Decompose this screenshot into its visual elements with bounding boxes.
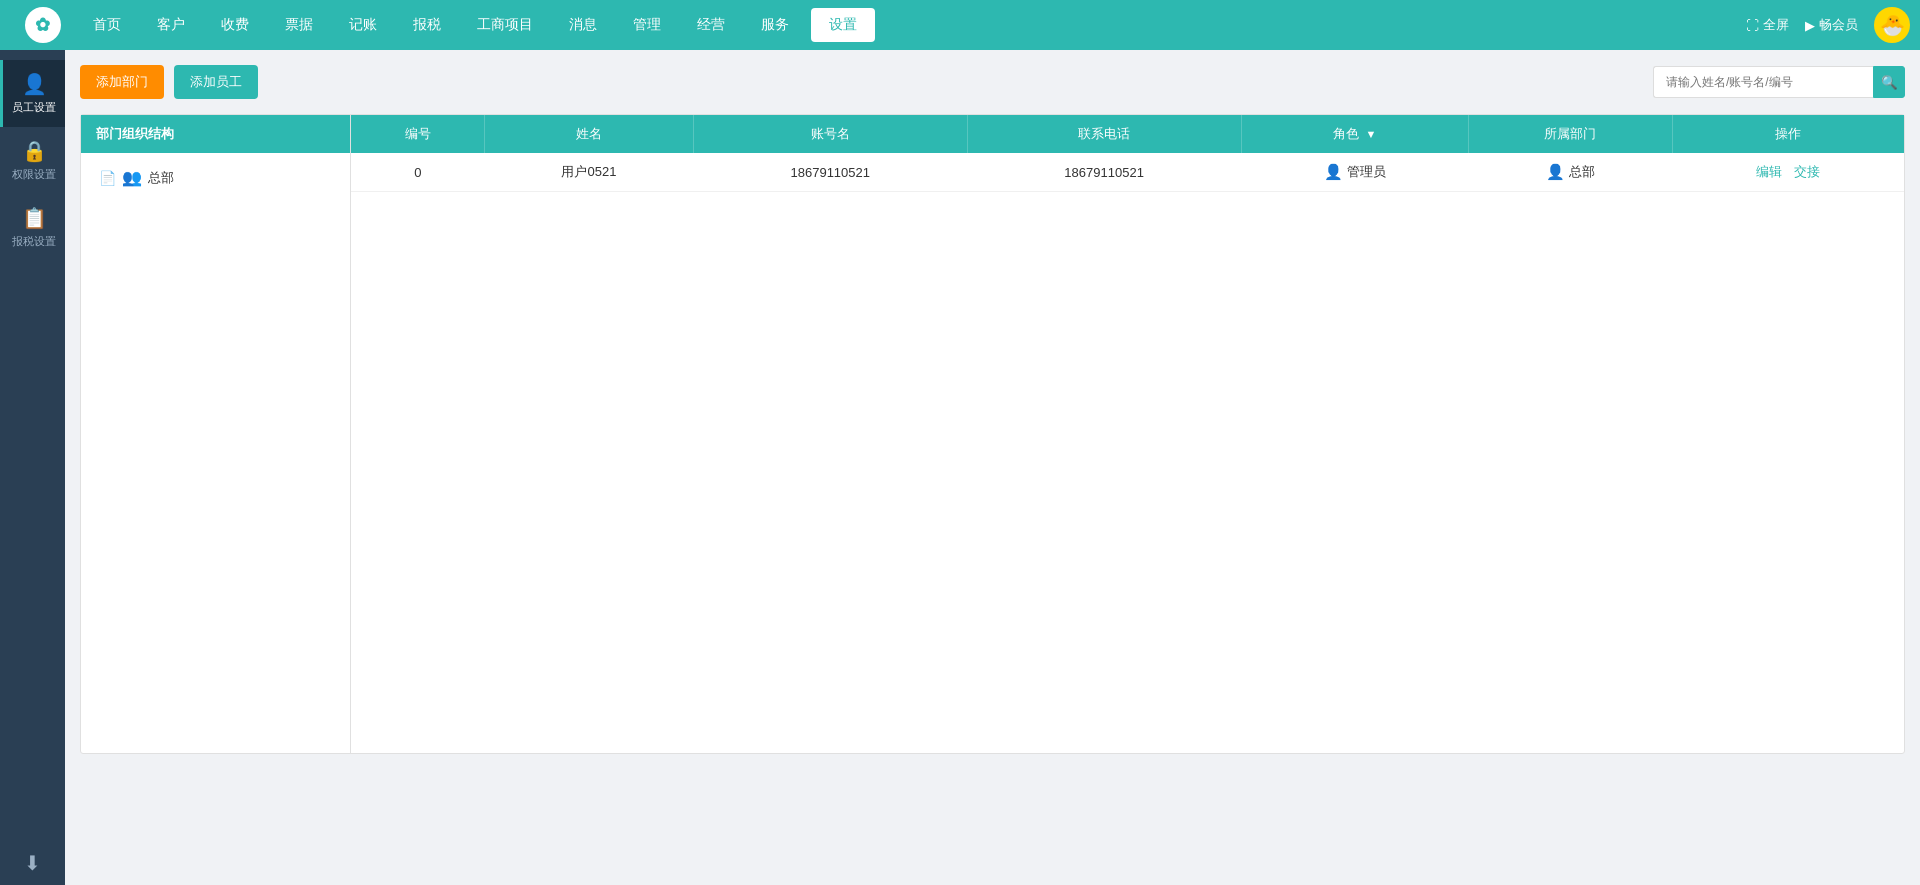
sidebar-item-employee-settings[interactable]: 👤 员工设置 (0, 60, 65, 127)
sidebar-item-label-tax: 报税设置 (12, 234, 56, 249)
role-value: 管理员 (1347, 163, 1386, 181)
employee-table: 编号 姓名 账号名 联系电话 角色 ▼ 所属部门 操作 0 (351, 115, 1904, 753)
fullscreen-button[interactable]: ⛶ 全屏 (1746, 16, 1789, 34)
user-avatar[interactable]: 🐣 (1874, 7, 1910, 43)
dept-cell-content: 👤 总部 (1480, 163, 1660, 181)
nav-accounting[interactable]: 记账 (331, 0, 395, 50)
cell-actions: 编辑 交接 (1672, 153, 1904, 192)
dept-name-headquarters: 总部 (148, 169, 174, 187)
col-header-actions: 操作 (1672, 115, 1904, 153)
dept-user-icon: 👥 (122, 168, 142, 187)
top-navigation: ✿ 首页 客户 收费 票据 记账 报税 工商项目 消息 管理 经营 服务 设置 … (0, 0, 1920, 50)
cell-phone: 18679110521 (967, 153, 1241, 192)
search-button[interactable]: 🔍 (1873, 66, 1905, 98)
cell-name: 用户0521 (485, 153, 694, 192)
app-logo: ✿ (10, 7, 75, 43)
nav-fees[interactable]: 收费 (203, 0, 267, 50)
vip-label: 畅会员 (1819, 16, 1858, 34)
edit-action-link[interactable]: 编辑 (1756, 164, 1782, 179)
table-row: 0 用户0521 18679110521 18679110521 👤 管理员 (351, 153, 1904, 192)
search-icon: 🔍 (1881, 75, 1898, 90)
content-layout: 部门组织结构 📄 👥 总部 编号 姓名 账号名 联系电话 (80, 114, 1905, 754)
col-header-name: 姓名 (485, 115, 694, 153)
department-tree: 部门组织结构 📄 👥 总部 (81, 115, 351, 753)
add-dept-button[interactable]: 添加部门 (80, 65, 164, 99)
toolbar: 添加部门 添加员工 🔍 (80, 65, 1905, 99)
role-filter-icon: ▼ (1366, 128, 1377, 140)
nav-home[interactable]: 首页 (75, 0, 139, 50)
nav-tax[interactable]: 报税 (395, 0, 459, 50)
sidebar-item-label-employee: 员工设置 (12, 100, 56, 115)
employees-table: 编号 姓名 账号名 联系电话 角色 ▼ 所属部门 操作 0 (351, 115, 1904, 192)
employee-settings-icon: 👤 (22, 72, 47, 96)
col-header-role-label: 角色 (1333, 126, 1359, 141)
nav-management[interactable]: 管理 (615, 0, 679, 50)
nav-bizproject[interactable]: 工商项目 (459, 0, 551, 50)
nav-items: 首页 客户 收费 票据 记账 报税 工商项目 消息 管理 经营 服务 设置 (75, 0, 1746, 50)
dept-tree-header: 部门组织结构 (81, 115, 350, 153)
dept-value: 总部 (1569, 163, 1595, 181)
dept-item-headquarters[interactable]: 📄 👥 总部 (91, 163, 340, 192)
nav-right-section: ⛶ 全屏 ▶ 畅会员 🐣 (1746, 7, 1910, 43)
logo-icon: ✿ (25, 7, 61, 43)
table-header-row: 编号 姓名 账号名 联系电话 角色 ▼ 所属部门 操作 (351, 115, 1904, 153)
toolbar-right: 🔍 (1653, 66, 1905, 98)
sidebar-item-tax-settings[interactable]: 📋 报税设置 (0, 194, 65, 261)
nav-messages[interactable]: 消息 (551, 0, 615, 50)
role-cell-content: 👤 管理员 (1253, 163, 1456, 181)
search-input[interactable] (1653, 66, 1873, 98)
nav-settings[interactable]: 设置 (811, 8, 875, 42)
sidebar-item-permission-settings[interactable]: 🔒 权限设置 (0, 127, 65, 194)
add-employee-button[interactable]: 添加员工 (174, 65, 258, 99)
left-sidebar: 👤 员工设置 🔒 权限设置 📋 报税设置 ⬇ (0, 50, 65, 885)
col-header-dept: 所属部门 (1468, 115, 1672, 153)
permission-settings-icon: 🔒 (22, 139, 47, 163)
nav-operations[interactable]: 经营 (679, 0, 743, 50)
fullscreen-icon: ⛶ (1746, 18, 1759, 33)
dept-user-icon: 👤 (1546, 163, 1565, 181)
nav-customer[interactable]: 客户 (139, 0, 203, 50)
cell-dept: 👤 总部 (1468, 153, 1672, 192)
sidebar-bottom-icon[interactable]: ⬇ (24, 851, 41, 875)
col-header-phone: 联系电话 (967, 115, 1241, 153)
col-header-account: 账号名 (693, 115, 967, 153)
main-content: 添加部门 添加员工 🔍 部门组织结构 📄 👥 总部 (65, 50, 1920, 885)
fullscreen-label: 全屏 (1763, 16, 1789, 34)
dept-file-icon: 📄 (99, 170, 116, 186)
role-user-icon: 👤 (1324, 163, 1343, 181)
vip-button[interactable]: ▶ 畅会员 (1805, 16, 1858, 34)
dept-tree-body: 📄 👥 总部 (81, 153, 350, 753)
nav-bills[interactable]: 票据 (267, 0, 331, 50)
col-header-id: 编号 (351, 115, 485, 153)
col-header-role[interactable]: 角色 ▼ (1241, 115, 1468, 153)
cell-id: 0 (351, 153, 485, 192)
transfer-action-link[interactable]: 交接 (1794, 164, 1820, 179)
nav-service[interactable]: 服务 (743, 0, 807, 50)
cell-role: 👤 管理员 (1241, 153, 1468, 192)
tax-settings-icon: 📋 (22, 206, 47, 230)
vip-icon: ▶ (1805, 18, 1815, 33)
sidebar-item-label-permission: 权限设置 (12, 167, 56, 182)
sidebar-bottom: ⬇ (0, 851, 65, 875)
cell-account: 18679110521 (693, 153, 967, 192)
